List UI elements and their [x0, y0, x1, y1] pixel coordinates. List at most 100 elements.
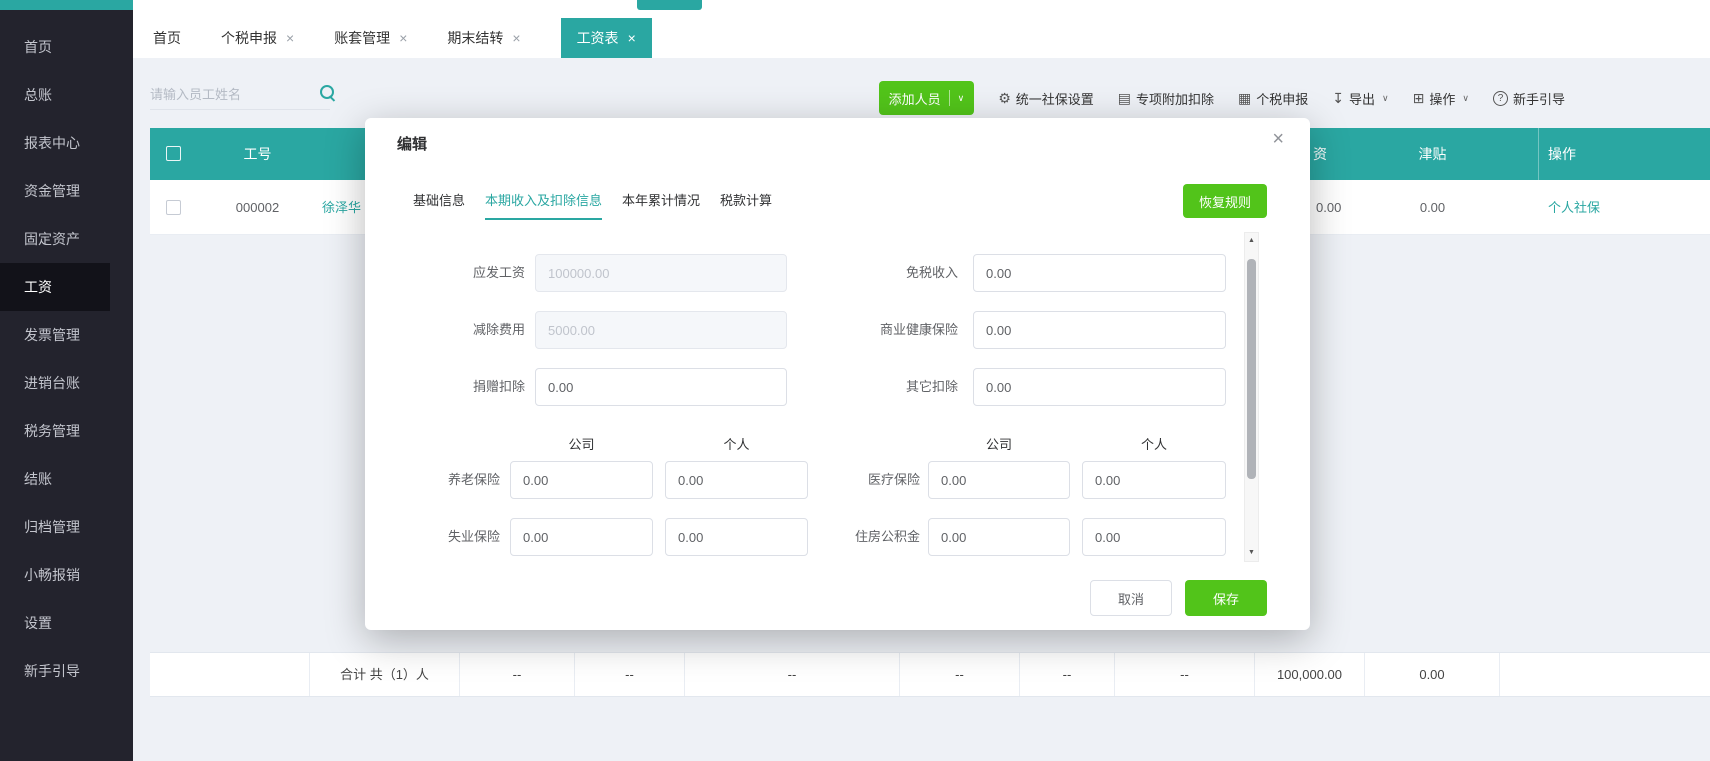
summary-cell: --	[1020, 653, 1115, 696]
sidebar-item-tax-management[interactable]: 税务管理	[0, 407, 133, 455]
gross-salary-label: 应发工资	[472, 265, 525, 280]
tab-home[interactable]: 首页	[153, 18, 181, 58]
cell-personal-social-security-link[interactable]: 个人社保	[1548, 180, 1600, 235]
expense-deduction-input	[535, 311, 787, 349]
sidebar-item-closing[interactable]: 结账	[0, 455, 133, 503]
chevron-down-icon: ∨	[957, 92, 965, 103]
medical-insurance-label: 医疗保险	[867, 472, 920, 487]
close-tab-icon[interactable]: ×	[286, 30, 294, 46]
save-button[interactable]: 保存	[1185, 580, 1267, 616]
sidebar-item-home[interactable]: 首页	[0, 23, 133, 71]
action-special-additional-deduction[interactable]: ▤ 专项附加扣除	[1118, 89, 1214, 108]
pension-company-input[interactable]	[510, 461, 653, 499]
medical-company-input[interactable]	[928, 461, 1070, 499]
close-tab-icon[interactable]: ×	[512, 30, 520, 46]
sidebar-item-fixed-assets[interactable]: 固定资产	[0, 215, 133, 263]
sidebar-item-settings[interactable]: 设置	[0, 599, 133, 647]
housing-fund-company-input[interactable]	[928, 518, 1070, 556]
modal-tab-year-cumulative[interactable]: 本年累计情况	[622, 190, 700, 220]
other-deduction-input[interactable]	[973, 368, 1226, 406]
sidebar: 首页 总账 报表中心 资金管理 固定资产 工资 发票管理 进销台账 税务管理 结…	[0, 0, 133, 761]
modal-tab-current-income-deduction[interactable]: 本期收入及扣除信息	[485, 190, 603, 220]
scroll-down-icon[interactable]: ▼	[1245, 547, 1258, 559]
personal-column-header: 个人	[723, 437, 750, 452]
summary-total-allowance: 0.00	[1365, 653, 1500, 696]
top-teal-fragment	[637, 0, 702, 10]
sidebar-item-report-center[interactable]: 报表中心	[0, 119, 133, 167]
tab-period-end-carryover[interactable]: 期末结转 ×	[447, 18, 520, 58]
cell-employee-name-link[interactable]: 徐泽华	[322, 180, 361, 235]
summary-cell	[150, 653, 310, 696]
column-header-employee-id: 工号	[243, 146, 272, 162]
table-summary-row: 合计 共（1）人 -- -- -- -- -- -- 100,000.00 0.…	[150, 652, 1710, 697]
document-icon: ▤	[1117, 89, 1132, 106]
sidebar-item-purchase-sale-ledger[interactable]: 进销台账	[0, 359, 133, 407]
restore-rules-button[interactable]: 恢复规则	[1183, 184, 1267, 218]
action-label: 操作	[1429, 91, 1456, 107]
sidebar-menu: 首页 总账 报表中心 资金管理 固定资产 工资 发票管理 进销台账 税务管理 结…	[0, 10, 133, 695]
search-icon[interactable]	[320, 85, 337, 102]
modal-tab-tax-calculation[interactable]: 税款计算	[720, 190, 772, 220]
tab-label: 首页	[153, 30, 181, 46]
row-checkbox[interactable]	[166, 200, 181, 215]
unemployment-personal-input[interactable]	[665, 518, 808, 556]
action-beginner-guide[interactable]: ? 新手引导	[1492, 89, 1565, 108]
column-header-salary-fragment: 资	[1313, 146, 1327, 162]
pension-insurance-label: 养老保险	[447, 472, 500, 487]
sidebar-item-beginner-guide[interactable]: 新手引导	[0, 647, 133, 695]
sidebar-item-invoice-management[interactable]: 发票管理	[0, 311, 133, 359]
tab-salary-table[interactable]: 工资表 ×	[560, 18, 652, 58]
sidebar-item-salary[interactable]: 工资	[0, 263, 133, 311]
sidebar-item-archive-management[interactable]: 归档管理	[0, 503, 133, 551]
commercial-health-insurance-input[interactable]	[973, 311, 1226, 349]
donation-deduction-input[interactable]	[535, 368, 787, 406]
sidebar-item-fund-management[interactable]: 资金管理	[0, 167, 133, 215]
summary-total-salary: 100,000.00	[1255, 653, 1365, 696]
action-export[interactable]: ↧ 导出 ∨	[1332, 89, 1388, 108]
sidebar-logo-strip	[0, 0, 133, 10]
scrollbar-thumb[interactable]	[1247, 259, 1256, 479]
company-column-header: 公司	[568, 437, 595, 452]
tax-free-income-input[interactable]	[973, 254, 1226, 292]
sidebar-item-xiaochang-reimbursement[interactable]: 小畅报销	[0, 551, 133, 599]
unemployment-company-input[interactable]	[510, 518, 653, 556]
button-divider	[948, 90, 950, 106]
medical-personal-input[interactable]	[1082, 461, 1226, 499]
tab-account-set-management[interactable]: 账套管理 ×	[334, 18, 407, 58]
tab-personal-tax-filing[interactable]: 个税申报 ×	[221, 18, 294, 58]
action-label: 个税申报	[1256, 91, 1309, 107]
housing-fund-personal-input[interactable]	[1082, 518, 1226, 556]
action-unified-social-security[interactable]: ⚙ 统一社保设置	[998, 89, 1094, 108]
tab-label: 工资表	[576, 30, 619, 46]
select-all-checkbox[interactable]	[166, 146, 181, 161]
close-tab-icon[interactable]: ×	[628, 30, 636, 46]
column-divider	[1538, 128, 1539, 180]
close-icon[interactable]: ×	[1272, 128, 1284, 151]
summary-total-label: 合计 共（1）人	[310, 653, 460, 696]
chevron-down-icon: ∨	[1382, 92, 1389, 103]
tab-label: 账套管理	[334, 30, 391, 46]
scroll-up-icon[interactable]: ▲	[1245, 235, 1258, 247]
housing-fund-label: 住房公积金	[854, 529, 920, 544]
modal-scrollbar[interactable]: ▲ ▼	[1244, 232, 1259, 562]
summary-cell: --	[900, 653, 1020, 696]
modal-tab-basic-info[interactable]: 基础信息	[413, 190, 465, 220]
action-personal-tax-filing[interactable]: ▦ 个税申报	[1238, 89, 1308, 108]
unemployment-insurance-label: 失业保险	[447, 529, 500, 544]
tab-bar: 首页 个税申报 × 账套管理 × 期末结转 × 工资表 ×	[133, 0, 1710, 58]
cell-salary-value: 0.00	[1316, 200, 1342, 215]
grid-icon: ⊞	[1412, 89, 1425, 106]
action-operations[interactable]: ⊞ 操作 ∨	[1413, 89, 1469, 108]
sidebar-item-general-ledger[interactable]: 总账	[0, 71, 133, 119]
close-tab-icon[interactable]: ×	[399, 30, 407, 46]
action-label: 导出	[1349, 91, 1376, 107]
add-personnel-button[interactable]: 添加人员 ∨	[878, 81, 975, 115]
tab-label: 期末结转	[447, 30, 504, 46]
tax-free-income-label: 免税收入	[905, 265, 958, 280]
search-input[interactable]	[150, 80, 330, 110]
question-circle-icon: ?	[1492, 90, 1508, 106]
summary-cell: --	[575, 653, 685, 696]
pension-personal-input[interactable]	[665, 461, 808, 499]
dialog-title: 编辑	[397, 136, 428, 153]
cancel-button[interactable]: 取消	[1090, 580, 1172, 616]
